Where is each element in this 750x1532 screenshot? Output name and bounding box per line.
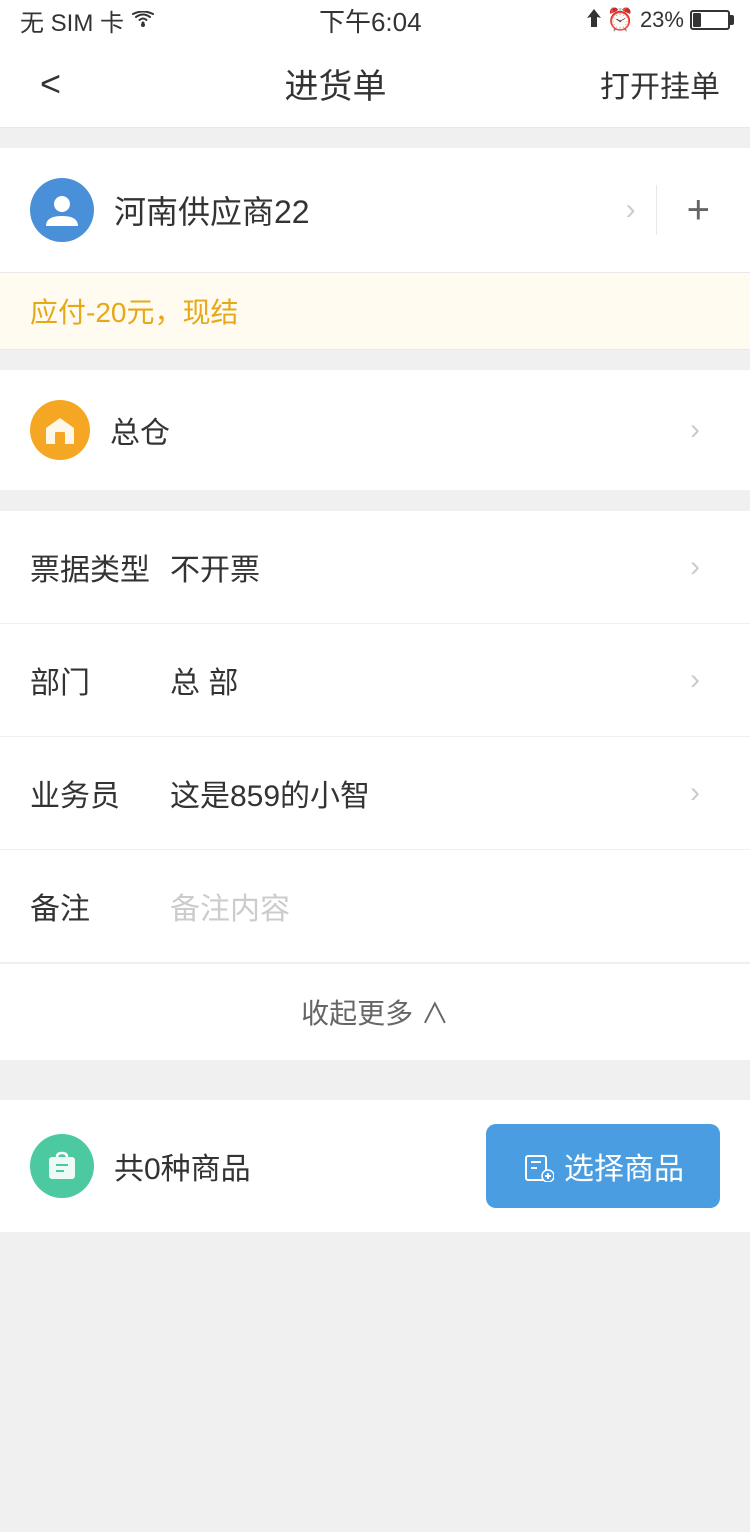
department-label: 部门 <box>30 658 170 702</box>
supplier-chevron-icon: › <box>626 193 636 227</box>
notice-banner: 应付-20元，现结 <box>0 273 750 350</box>
status-right: ⏰ 23% <box>587 7 730 33</box>
location-icon <box>587 7 601 33</box>
warehouse-chevron-icon: › <box>690 413 700 447</box>
select-product-label: 选择商品 <box>564 1144 684 1188</box>
divider-3 <box>0 1060 750 1080</box>
nav-bar: < 进货单 打开挂单 <box>0 40 750 128</box>
warehouse-row[interactable]: 总仓 › <box>0 370 750 491</box>
department-value: 总 部 <box>170 658 690 702</box>
status-time: 下午6:04 <box>319 2 422 39</box>
collapse-label: 收起更多 ∧ <box>301 998 449 1029</box>
top-divider <box>0 128 750 148</box>
page-title: 进货单 <box>285 59 387 108</box>
invoice-value: 不开票 <box>170 545 690 589</box>
remark-input[interactable]: 备注内容 <box>170 884 720 928</box>
supplier-section: 河南供应商22 › + 应付-20元，现结 <box>0 148 750 350</box>
invoice-chevron-icon: › <box>690 550 700 584</box>
invoice-label: 票据类型 <box>30 545 170 589</box>
select-product-button[interactable]: 选择商品 <box>486 1124 720 1208</box>
status-left: 无 SIM 卡 <box>20 3 154 38</box>
open-pending-button[interactable]: 打开挂单 <box>600 62 720 106</box>
gray-background <box>0 1232 750 1532</box>
vertical-divider <box>656 185 657 235</box>
form-section: 票据类型 不开票 › 部门 总 部 › 业务员 这是859的小智 › 备注 备注… <box>0 511 750 1060</box>
salesperson-value: 这是859的小智 <box>170 771 690 815</box>
invoice-row[interactable]: 票据类型 不开票 › <box>0 511 750 624</box>
warehouse-section: 总仓 › <box>0 370 750 491</box>
warehouse-name: 总仓 <box>110 408 690 452</box>
department-chevron-icon: › <box>690 663 700 697</box>
remark-label: 备注 <box>30 884 170 928</box>
product-footer: 共0种商品 选择商品 <box>0 1100 750 1232</box>
product-icon <box>30 1134 94 1198</box>
carrier-text: 无 SIM 卡 <box>20 3 124 38</box>
add-supplier-button[interactable]: + <box>677 188 720 233</box>
product-count: 共0种商品 <box>114 1144 486 1188</box>
status-bar: 无 SIM 卡 下午6:04 ⏰ 23% <box>0 0 750 40</box>
department-row[interactable]: 部门 总 部 › <box>0 624 750 737</box>
battery-icon <box>690 10 730 30</box>
divider-2 <box>0 491 750 511</box>
supplier-row[interactable]: 河南供应商22 › + <box>0 148 750 273</box>
battery-percentage: 23% <box>640 7 684 33</box>
salesperson-chevron-icon: › <box>690 776 700 810</box>
remark-row[interactable]: 备注 备注内容 <box>0 850 750 963</box>
divider-1 <box>0 350 750 370</box>
back-button[interactable]: < <box>30 53 71 115</box>
notice-text: 应付-20元，现结 <box>30 297 238 328</box>
collapse-button[interactable]: 收起更多 ∧ <box>0 963 750 1060</box>
salesperson-label: 业务员 <box>30 771 170 815</box>
warehouse-icon <box>30 400 90 460</box>
salesperson-row[interactable]: 业务员 这是859的小智 › <box>0 737 750 850</box>
supplier-avatar <box>30 178 94 242</box>
supplier-name: 河南供应商22 <box>114 187 626 233</box>
alarm-icon: ⏰ <box>607 7 634 33</box>
wifi-icon <box>132 6 154 34</box>
